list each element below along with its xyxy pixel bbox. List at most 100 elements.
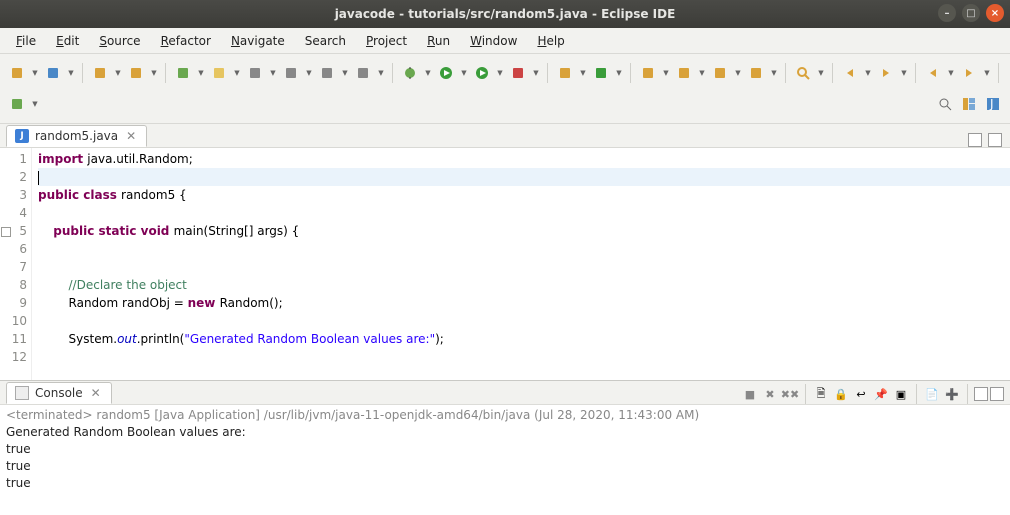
code-line[interactable] [38,240,1010,258]
paragraph-dropdown[interactable]: ▼ [376,62,386,84]
open-type-hierarchy-button[interactable] [709,62,731,84]
line-number[interactable]: 3 [0,186,27,204]
maximize-view-icon[interactable] [988,133,1002,147]
debug-dropdown[interactable]: ▼ [423,62,433,84]
debug-button[interactable] [399,62,421,84]
open-console-icon[interactable]: 📄 [923,385,941,403]
show-whitespace-button[interactable] [316,62,338,84]
code-line[interactable] [38,258,1010,276]
run-external-button[interactable] [507,62,529,84]
menu-refactor[interactable]: Refactor [151,31,221,51]
annotate-button[interactable] [244,62,266,84]
fwd-button[interactable] [875,62,897,84]
save-button[interactable] [42,62,64,84]
code-line[interactable]: //Declare the object [38,276,1010,294]
clear-console-icon[interactable]: 🗎 [812,385,830,403]
menu-run[interactable]: Run [417,31,460,51]
new-class-button[interactable] [590,62,612,84]
code-line[interactable]: System.out.println("Generated Random Boo… [38,330,1010,348]
line-number[interactable]: 1 [0,150,27,168]
open-type-button[interactable] [673,62,695,84]
open-call-hierarchy-button[interactable] [745,62,767,84]
undo-button[interactable] [89,62,111,84]
pin-dropdown[interactable]: ▼ [30,93,40,115]
menu-source[interactable]: Source [89,31,150,51]
block-select-button[interactable] [280,62,302,84]
highlight-dropdown[interactable]: ▼ [232,62,242,84]
toggle-breakpoint-button[interactable] [172,62,194,84]
new-package-button[interactable] [554,62,576,84]
line-number[interactable]: 4 [0,204,27,222]
open-type-dropdown[interactable]: ▼ [697,62,707,84]
new-dropdown[interactable]: ▼ [30,62,40,84]
terminate-icon[interactable]: ■ [741,385,759,403]
line-number-gutter[interactable]: 123456789101112 [0,148,32,380]
next-ann-button[interactable] [958,62,980,84]
line-number[interactable]: 6 [0,240,27,258]
coverage-dropdown[interactable]: ▼ [495,62,505,84]
search-dropdown[interactable]: ▼ [816,62,826,84]
code-line[interactable]: public class random5 { [38,186,1010,204]
fwd-dropdown[interactable]: ▼ [899,62,909,84]
run-dropdown[interactable]: ▼ [459,62,469,84]
new-button[interactable] [6,62,28,84]
remove-all-icon[interactable]: ✖✖ [781,385,799,403]
toggle-breakpoint-dropdown[interactable]: ▼ [196,62,206,84]
redo-dropdown[interactable]: ▼ [149,62,159,84]
menu-search[interactable]: Search [295,31,356,51]
code-editor[interactable]: 123456789101112 import java.util.Random;… [0,148,1010,381]
menu-edit[interactable]: Edit [46,31,89,51]
line-number[interactable]: 10 [0,312,27,330]
code-line[interactable] [38,348,1010,366]
code-line[interactable] [38,312,1010,330]
console-tab[interactable]: Console ✕ [6,382,112,404]
code-line[interactable] [38,168,1010,186]
minimize-view-icon[interactable] [968,133,982,147]
line-number[interactable]: 12 [0,348,27,366]
coverage-button[interactable] [471,62,493,84]
line-number[interactable]: 9 [0,294,27,312]
open-type-hierarchy-dropdown[interactable]: ▼ [733,62,743,84]
new-class-dropdown[interactable]: ▼ [614,62,624,84]
tab-close-icon[interactable]: ✕ [124,129,138,143]
remove-launch-icon[interactable]: ✖ [761,385,779,403]
back-dropdown[interactable]: ▼ [863,62,873,84]
menu-help[interactable]: Help [527,31,574,51]
show-whitespace-dropdown[interactable]: ▼ [340,62,350,84]
open-resource-button[interactable] [637,62,659,84]
display-selected-icon[interactable]: ▣ [892,385,910,403]
redo-button[interactable] [125,62,147,84]
tab-close-icon[interactable]: ✕ [89,386,103,400]
code-line[interactable]: import java.util.Random; [38,150,1010,168]
console-output[interactable]: <terminated> random5 [Java Application] … [0,405,1010,515]
search-button[interactable] [792,62,814,84]
close-button[interactable]: × [986,4,1004,22]
line-number[interactable]: 5 [0,222,27,240]
pin-console-icon[interactable]: 📌 [872,385,890,403]
editor-tab-random5[interactable]: J random5.java ✕ [6,125,147,147]
undo-dropdown[interactable]: ▼ [113,62,123,84]
open-resource-dropdown[interactable]: ▼ [661,62,671,84]
next-ann-dropdown[interactable]: ▼ [982,62,992,84]
new-package-dropdown[interactable]: ▼ [578,62,588,84]
maximize-button[interactable]: □ [962,4,980,22]
new-console-view-icon[interactable]: ➕ [943,385,961,403]
code-line[interactable] [38,204,1010,222]
save-dropdown[interactable]: ▼ [66,62,76,84]
word-wrap-icon[interactable]: ↩ [852,385,870,403]
code-line[interactable]: public static void main(String[] args) { [38,222,1010,240]
pin-button[interactable] [6,93,28,115]
code-line[interactable]: Random randObj = new Random(); [38,294,1010,312]
back-button[interactable] [839,62,861,84]
minimize-button[interactable]: – [938,4,956,22]
open-perspective-icon[interactable] [958,93,980,115]
menu-navigate[interactable]: Navigate [221,31,295,51]
menu-window[interactable]: Window [460,31,527,51]
annotate-dropdown[interactable]: ▼ [268,62,278,84]
paragraph-button[interactable] [352,62,374,84]
prev-ann-button[interactable] [922,62,944,84]
line-number[interactable]: 2 [0,168,27,186]
java-perspective-icon[interactable]: J [982,93,1004,115]
minimize-view-icon[interactable] [974,387,988,401]
scroll-lock-icon[interactable]: 🔒 [832,385,850,403]
